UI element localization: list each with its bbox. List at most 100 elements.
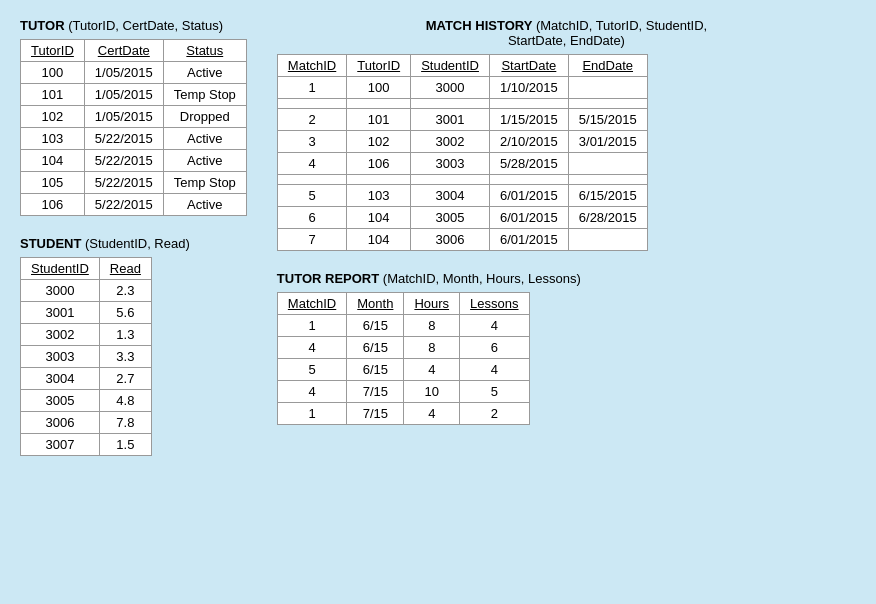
- student-cell-id: 3007: [21, 434, 100, 456]
- mh-cell-tutorid: 104: [347, 229, 411, 251]
- student-cell-read: 3.3: [99, 346, 151, 368]
- tr-col-month: Month: [347, 293, 404, 315]
- match-history-title: MATCH HISTORY (MatchID, TutorID, Student…: [277, 18, 856, 48]
- tutor-header-row: TutorID CertDate Status: [21, 40, 247, 62]
- student-cell-read: 5.6: [99, 302, 151, 324]
- student-row: 30033.3: [21, 346, 152, 368]
- mh-cell-enddate: 3/01/2015: [568, 131, 647, 153]
- mh-cell-studentid: 3000: [411, 77, 490, 99]
- match-history-row: 310230022/10/20153/01/2015: [277, 131, 647, 153]
- mh-cell-studentid: 3005: [411, 207, 490, 229]
- mh-cell-enddate: [568, 99, 647, 109]
- tr-cell-lessons: 4: [460, 359, 529, 381]
- student-row: 30042.7: [21, 368, 152, 390]
- tutor-label: TUTOR: [20, 18, 65, 33]
- tr-col-matchid: MatchID: [277, 293, 346, 315]
- tutor-report-title: TUTOR REPORT (MatchID, Month, Hours, Les…: [277, 271, 856, 286]
- mh-cell-matchid: 6: [277, 207, 346, 229]
- tr-cell-hours: 8: [404, 337, 460, 359]
- tr-cell-lessons: 6: [460, 337, 529, 359]
- match-history-row: 210130011/15/20155/15/2015: [277, 109, 647, 131]
- tutor-section: TUTOR (TutorID, CertDate, Status) TutorI…: [20, 18, 247, 216]
- student-row: 30015.6: [21, 302, 152, 324]
- student-schema: (StudentID, Read): [81, 236, 189, 251]
- tutor-report-label: TUTOR REPORT: [277, 271, 379, 286]
- mh-cell-tutorid: [347, 99, 411, 109]
- match-history-row: 410630035/28/2015: [277, 153, 647, 175]
- student-row: 30071.5: [21, 434, 152, 456]
- mh-col-matchid: MatchID: [277, 55, 346, 77]
- student-header-row: StudentID Read: [21, 258, 152, 280]
- tutor-schema: (TutorID, CertDate, Status): [65, 18, 223, 33]
- student-cell-id: 3004: [21, 368, 100, 390]
- tutor-report-schema: (MatchID, Month, Hours, Lessons): [379, 271, 581, 286]
- tutor-cell-status: Temp Stop: [163, 172, 246, 194]
- tutor-cell-certdate: 5/22/2015: [84, 172, 163, 194]
- tutor-row: 1021/05/2015Dropped: [21, 106, 247, 128]
- match-history-schema: (MatchID, TutorID, StudentID,: [532, 18, 707, 33]
- student-cell-id: 3002: [21, 324, 100, 346]
- tutor-title: TUTOR (TutorID, CertDate, Status): [20, 18, 247, 33]
- mh-cell-tutorid: 100: [347, 77, 411, 99]
- match-history-row: 610430056/01/20156/28/2015: [277, 207, 647, 229]
- tr-cell-lessons: 5: [460, 381, 529, 403]
- match-history-schema2: StartDate, EndDate): [508, 33, 625, 48]
- tutor-report-row: 46/1586: [277, 337, 529, 359]
- student-cell-id: 3005: [21, 390, 100, 412]
- left-column: TUTOR (TutorID, CertDate, Status) TutorI…: [20, 18, 247, 456]
- student-cell-id: 3001: [21, 302, 100, 324]
- tr-cell-month: 6/15: [347, 315, 404, 337]
- tr-cell-hours: 4: [404, 403, 460, 425]
- mh-cell-matchid: 1: [277, 77, 346, 99]
- mh-cell-studentid: 3006: [411, 229, 490, 251]
- tutor-cell-id: 100: [21, 62, 85, 84]
- tutor-cell-id: 103: [21, 128, 85, 150]
- mh-col-tutorid: TutorID: [347, 55, 411, 77]
- mh-cell-enddate: [568, 77, 647, 99]
- main-layout: TUTOR (TutorID, CertDate, Status) TutorI…: [20, 18, 856, 456]
- tutor-cell-certdate: 5/22/2015: [84, 194, 163, 216]
- tutor-col-certdate: CertDate: [84, 40, 163, 62]
- tutor-col-status: Status: [163, 40, 246, 62]
- mh-cell-studentid: 3002: [411, 131, 490, 153]
- tr-cell-matchid: 1: [277, 403, 346, 425]
- mh-cell-startdate: 5/28/2015: [489, 153, 568, 175]
- mh-cell-enddate: [568, 153, 647, 175]
- match-history-row: 110030001/10/2015: [277, 77, 647, 99]
- tutor-cell-id: 106: [21, 194, 85, 216]
- tutor-cell-status: Temp Stop: [163, 84, 246, 106]
- mh-cell-tutorid: 102: [347, 131, 411, 153]
- tutor-cell-certdate: 5/22/2015: [84, 128, 163, 150]
- tutor-cell-status: Active: [163, 128, 246, 150]
- student-cell-read: 2.3: [99, 280, 151, 302]
- tr-cell-matchid: 1: [277, 315, 346, 337]
- mh-cell-startdate: 1/15/2015: [489, 109, 568, 131]
- tutor-cell-status: Dropped: [163, 106, 246, 128]
- student-row: 30002.3: [21, 280, 152, 302]
- student-cell-read: 4.8: [99, 390, 151, 412]
- student-row: 30021.3: [21, 324, 152, 346]
- tutor-cell-certdate: 1/05/2015: [84, 106, 163, 128]
- tutor-row: 1065/22/2015Active: [21, 194, 247, 216]
- tr-cell-month: 7/15: [347, 403, 404, 425]
- mh-cell-enddate: 6/28/2015: [568, 207, 647, 229]
- tr-col-hours: Hours: [404, 293, 460, 315]
- match-history-section: MATCH HISTORY (MatchID, TutorID, Student…: [277, 18, 856, 251]
- mh-cell-studentid: 3003: [411, 153, 490, 175]
- tr-cell-month: 6/15: [347, 359, 404, 381]
- student-table: StudentID Read 30002.330015.630021.33003…: [20, 257, 152, 456]
- student-cell-read: 2.7: [99, 368, 151, 390]
- student-cell-read: 1.5: [99, 434, 151, 456]
- mh-cell-tutorid: 103: [347, 185, 411, 207]
- mh-cell-tutorid: 106: [347, 153, 411, 175]
- mh-cell-studentid: 3004: [411, 185, 490, 207]
- student-row: 30054.8: [21, 390, 152, 412]
- mh-col-studentid: StudentID: [411, 55, 490, 77]
- tutor-cell-certdate: 1/05/2015: [84, 84, 163, 106]
- tr-cell-hours: 4: [404, 359, 460, 381]
- tutor-cell-status: Active: [163, 62, 246, 84]
- tutor-row: 1035/22/2015Active: [21, 128, 247, 150]
- mh-cell-matchid: 5: [277, 185, 346, 207]
- student-col-read: Read: [99, 258, 151, 280]
- mh-cell-studentid: [411, 99, 490, 109]
